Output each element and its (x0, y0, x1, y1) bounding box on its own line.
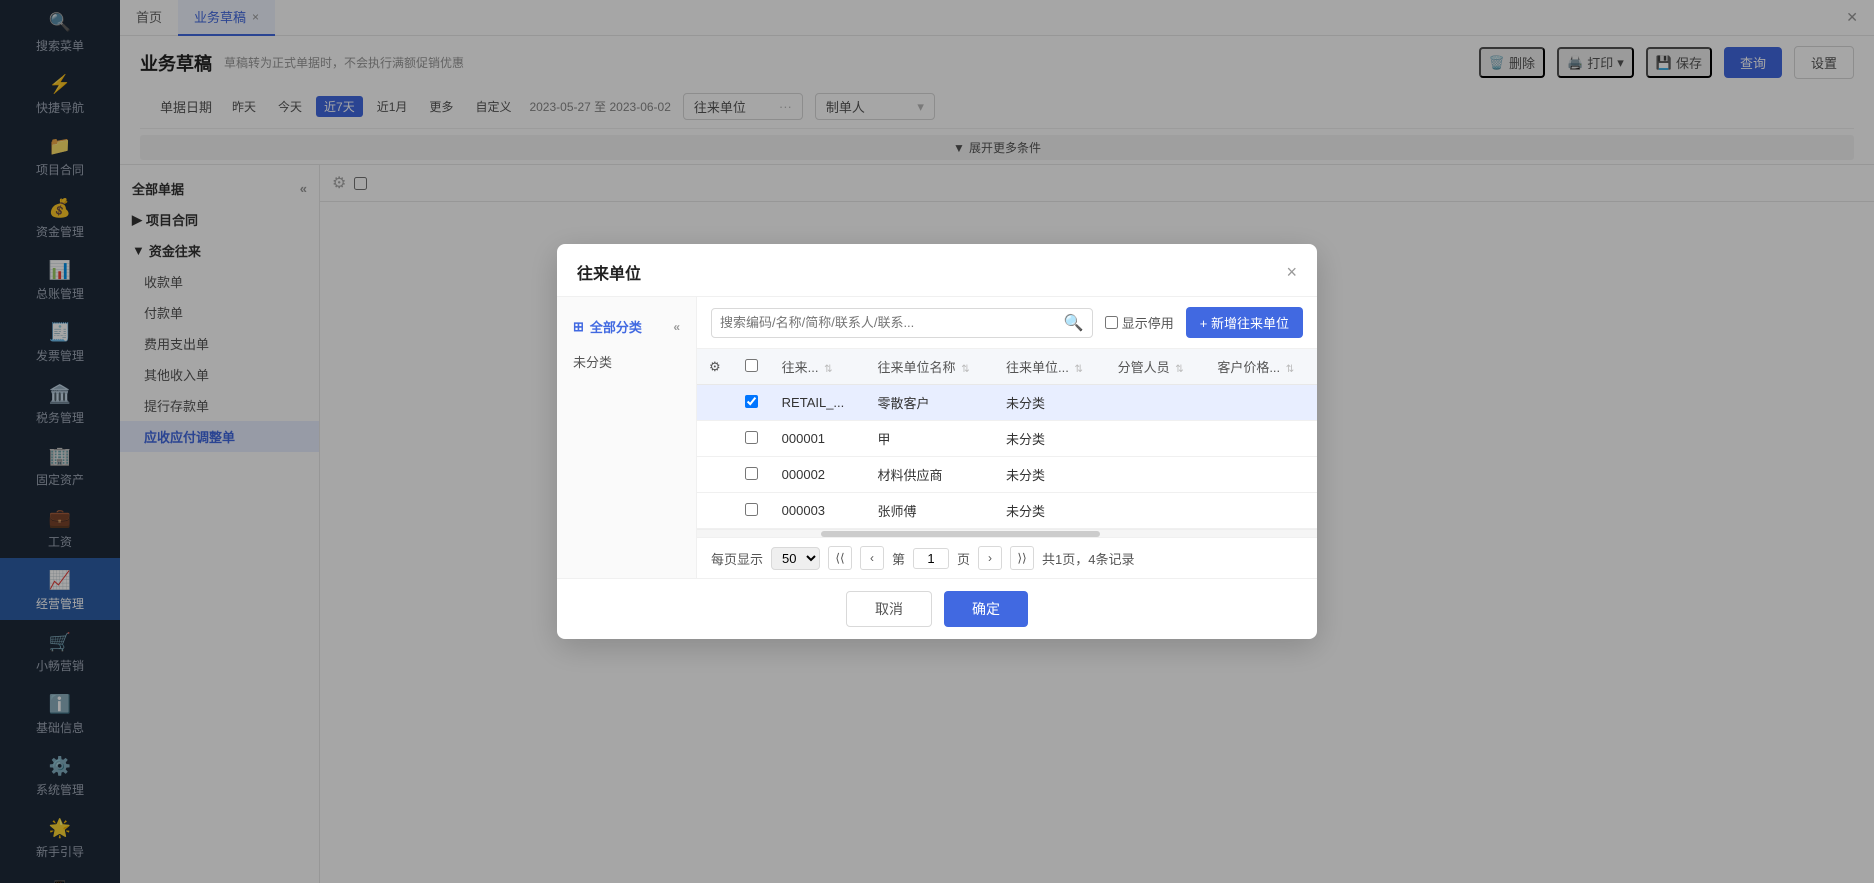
row-category: 未分类 (994, 457, 1106, 493)
partner-table: ⚙ 往来... ⇅ 往来单位名称 ⇅ (697, 349, 1317, 529)
th-name: 往来单位名称 ⇅ (866, 349, 994, 385)
first-page-button[interactable]: ⟨⟨ (828, 546, 852, 570)
row-category: 未分类 (994, 493, 1106, 529)
dialog-sidebar-uncategorized[interactable]: 未分类 (557, 344, 696, 379)
page-size-label: 每页显示 (711, 549, 763, 568)
row-manager (1106, 421, 1206, 457)
th-manager: 分管人员 ⇅ (1106, 349, 1206, 385)
row-name: 零散客户 (866, 385, 994, 421)
th-category: 往来单位... ⇅ (994, 349, 1106, 385)
row-category: 未分类 (994, 385, 1106, 421)
table-body: RETAIL_... 零散客户 未分类 000001 甲 (697, 385, 1317, 529)
th-code: 往来... ⇅ (770, 349, 866, 385)
grid-icon: ⊞ (573, 319, 584, 335)
manager-sort-icon: ⇅ (1175, 364, 1183, 375)
row-name: 张师傅 (866, 493, 994, 529)
next-page-button[interactable]: › (978, 546, 1002, 570)
last-page-button[interactable]: ⟩⟩ (1010, 546, 1034, 570)
row-manager (1106, 493, 1206, 529)
row-settings (697, 457, 733, 493)
table-row[interactable]: 000002 材料供应商 未分类 (697, 457, 1317, 493)
dialog-search-bar: 🔍 显示停用 + 新增往来单位 (697, 297, 1317, 349)
row-settings (697, 385, 733, 421)
scrollbar-thumb (821, 531, 1100, 537)
dialog-sidebar-title: 全部分类 (590, 317, 642, 336)
dialog-body: ⊞ 全部分类 « 未分类 🔍 显示停用 (557, 297, 1317, 578)
row-checkbox[interactable] (745, 431, 758, 444)
table-head-row: ⚙ 往来... ⇅ 往来单位名称 ⇅ (697, 349, 1317, 385)
page-suffix: 页 (957, 549, 970, 568)
th-settings: ⚙ (697, 349, 733, 385)
name-sort-icon: ⇅ (961, 364, 969, 375)
row-checkbox-cell[interactable] (733, 421, 770, 457)
show-disabled-checkbox[interactable] (1105, 316, 1118, 329)
row-checkbox[interactable] (745, 467, 758, 480)
row-code: 000002 (770, 457, 866, 493)
dialog-pagination: 每页显示 50 ⟨⟨ ‹ 第 页 › ⟩⟩ 共1页，4条记录 (711, 546, 1303, 570)
search-icon: 🔍 (1064, 313, 1084, 333)
row-code: 000001 (770, 421, 866, 457)
row-checkbox[interactable] (745, 503, 758, 516)
th-select-all[interactable] (745, 359, 758, 372)
row-price (1205, 421, 1317, 457)
row-category: 未分类 (994, 421, 1106, 457)
search-input-wrap[interactable]: 🔍 (711, 308, 1093, 338)
cancel-button[interactable]: 取消 (846, 591, 932, 627)
dialog-sidebar-header[interactable]: ⊞ 全部分类 « (557, 309, 696, 344)
row-manager (1106, 385, 1206, 421)
category-sort-icon: ⇅ (1074, 364, 1082, 375)
row-checkbox-cell[interactable] (733, 457, 770, 493)
table-head: ⚙ 往来... ⇅ 往来单位名称 ⇅ (697, 349, 1317, 385)
page-size-select[interactable]: 50 (771, 547, 820, 570)
search-input[interactable] (720, 315, 1058, 330)
th-price: 客户价格... ⇅ (1205, 349, 1317, 385)
row-code: RETAIL_... (770, 385, 866, 421)
code-sort-icon: ⇅ (824, 364, 832, 375)
dialog-sidebar-collapse[interactable]: « (673, 320, 680, 334)
row-checkbox-cell[interactable] (733, 493, 770, 529)
dialog-overlay: 往来单位 × ⊞ 全部分类 « 未分类 🔍 (0, 0, 1874, 883)
table-row[interactable]: RETAIL_... 零散客户 未分类 (697, 385, 1317, 421)
row-price (1205, 385, 1317, 421)
row-checkbox[interactable] (745, 395, 758, 408)
add-partner-button[interactable]: + 新增往来单位 (1186, 307, 1303, 338)
total-text: 共1页，4条记录 (1042, 549, 1134, 568)
row-settings (697, 493, 733, 529)
row-name: 甲 (866, 421, 994, 457)
dialog-header: 往来单位 × (557, 244, 1317, 297)
page-number-input[interactable] (913, 548, 949, 569)
dialog-sidebar: ⊞ 全部分类 « 未分类 (557, 297, 697, 578)
page-label: 第 (892, 549, 905, 568)
table-row[interactable]: 000001 甲 未分类 (697, 421, 1317, 457)
row-name: 材料供应商 (866, 457, 994, 493)
row-price (1205, 457, 1317, 493)
row-settings (697, 421, 733, 457)
price-sort-icon: ⇅ (1286, 364, 1294, 375)
row-code: 000003 (770, 493, 866, 529)
dialog-close-button[interactable]: × (1286, 263, 1297, 281)
dialog-table: ⚙ 往来... ⇅ 往来单位名称 ⇅ (697, 349, 1317, 529)
confirm-button[interactable]: 确定 (944, 591, 1028, 627)
row-manager (1106, 457, 1206, 493)
show-disabled-text: 显示停用 (1122, 313, 1174, 332)
horizontal-scrollbar[interactable] (697, 529, 1317, 537)
row-price (1205, 493, 1317, 529)
dialog-title: 往来单位 (577, 260, 641, 284)
show-disabled-label[interactable]: 显示停用 (1105, 313, 1174, 332)
th-checkbox (733, 349, 770, 385)
prev-page-button[interactable]: ‹ (860, 546, 884, 570)
row-checkbox-cell[interactable] (733, 385, 770, 421)
dialog-content: 🔍 显示停用 + 新增往来单位 ⚙ (697, 297, 1317, 578)
dialog-actions: 取消 确定 (557, 578, 1317, 639)
dialog-footer-bar: 每页显示 50 ⟨⟨ ‹ 第 页 › ⟩⟩ 共1页，4条记录 (697, 537, 1317, 578)
table-row[interactable]: 000003 张师傅 未分类 (697, 493, 1317, 529)
partner-dialog: 往来单位 × ⊞ 全部分类 « 未分类 🔍 (557, 244, 1317, 639)
